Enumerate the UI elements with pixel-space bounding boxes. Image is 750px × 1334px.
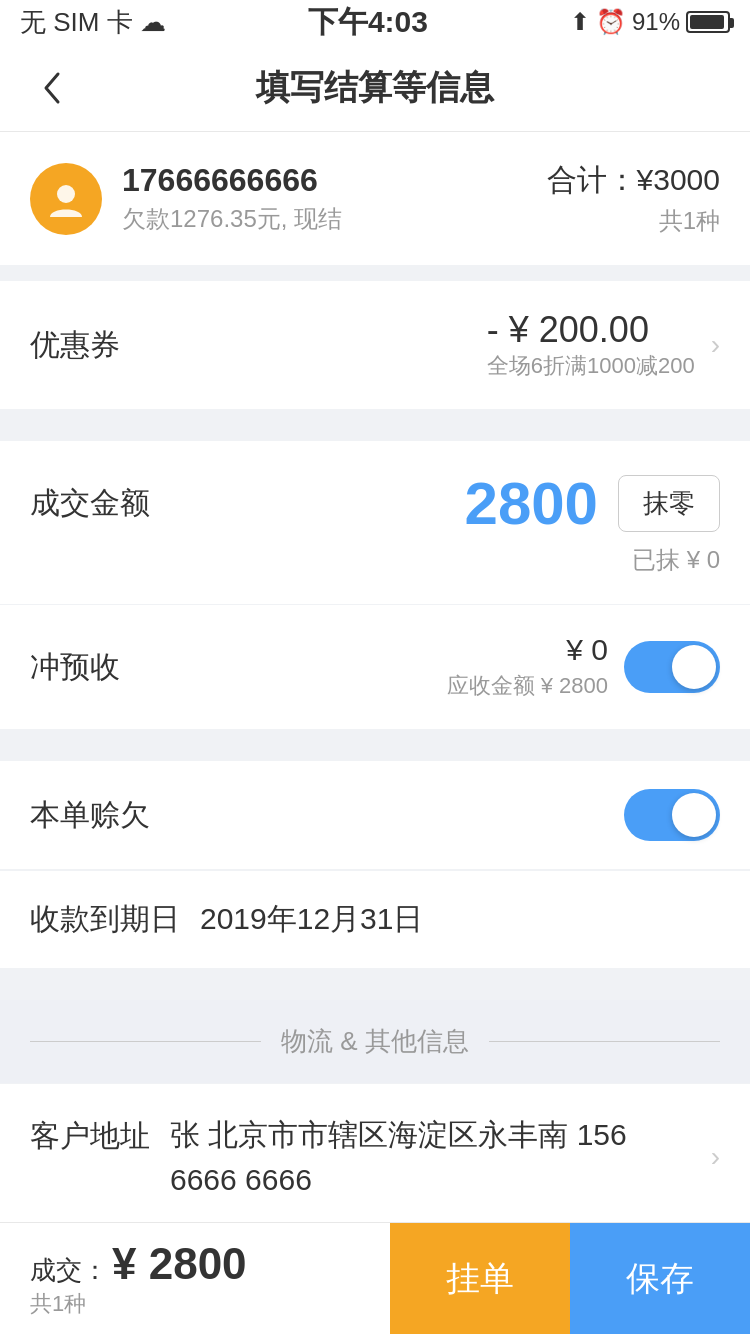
deal-amount-row: 成交金额 2800 抹零	[30, 469, 720, 538]
advance-payment-label: 冲预收	[30, 647, 120, 688]
page-title: 填写结算等信息	[74, 65, 676, 111]
bottom-bar: 成交： ¥ 2800 共1种 挂单 保存	[0, 1222, 750, 1334]
debt-toggle-knob	[672, 793, 716, 837]
deal-amount-sub: 已抹 ¥ 0	[30, 544, 720, 576]
toggle-knob	[672, 645, 716, 689]
status-right: ⬆ ⏰ 91%	[570, 8, 730, 36]
customer-card: 17666666666 欠款1276.35元, 现结 合计：¥3000 共1种	[0, 132, 750, 265]
advance-payment-toggle[interactable]	[624, 641, 720, 693]
total-count: 共1种	[547, 205, 720, 237]
separator-2	[0, 729, 750, 745]
address-label: 客户地址	[30, 1116, 150, 1157]
chevron-right-icon: ›	[711, 329, 720, 361]
advance-amount-wrap: ¥ 0 应收金额 ¥ 2800	[447, 633, 608, 701]
logistics-line-left	[30, 1041, 261, 1042]
customer-phone: 17666666666	[122, 162, 342, 199]
bottom-deal-label: 成交：	[30, 1253, 108, 1288]
due-date-section: 收款到期日 2019年12月31日	[0, 870, 750, 968]
svg-point-0	[57, 185, 75, 203]
address-section[interactable]: 客户地址 张 北京市市辖区海淀区永丰南 156 6666 6666 ›	[0, 1084, 750, 1230]
save-button[interactable]: 保存	[570, 1223, 750, 1334]
address-value: 张 北京市市辖区海淀区永丰南 156 6666 6666	[170, 1112, 701, 1202]
status-time: 下午4:03	[308, 2, 428, 43]
sim-label: 无 SIM 卡 ☁	[20, 5, 166, 40]
separator-1	[0, 425, 750, 441]
customer-left: 17666666666 欠款1276.35元, 现结	[30, 162, 342, 235]
location-icon: ⬆	[570, 8, 590, 36]
alarm-icon: ⏰	[596, 8, 626, 36]
due-date-label: 收款到期日	[30, 899, 180, 940]
advance-sub: 应收金额 ¥ 2800	[447, 671, 608, 701]
total-amount: 合计：¥3000	[547, 160, 720, 201]
due-date-value: 2019年12月31日	[200, 899, 423, 940]
advance-payment-right: ¥ 0 应收金额 ¥ 2800	[447, 633, 720, 701]
debt-section: 本单赊欠	[0, 761, 750, 869]
coupon-desc: 全场6折满1000减200	[487, 351, 695, 381]
coupon-right: - ¥ 200.00 全场6折满1000减200 ›	[487, 309, 720, 381]
separator-3	[0, 968, 750, 984]
customer-info: 17666666666 欠款1276.35元, 现结	[122, 162, 342, 235]
logistics-line-right	[489, 1041, 720, 1042]
avatar	[30, 163, 102, 235]
status-bar: 无 SIM 卡 ☁ 下午4:03 ⬆ ⏰ 91%	[0, 0, 750, 44]
coupon-label: 优惠券	[30, 325, 120, 366]
debt-label: 本单赊欠	[30, 795, 150, 836]
content-area: 17666666666 欠款1276.35元, 现结 合计：¥3000 共1种 …	[0, 132, 750, 1334]
debt-toggle[interactable]	[624, 789, 720, 841]
bottom-count: 共1种	[30, 1289, 360, 1319]
advance-payment-row: 冲预收 ¥ 0 应收金额 ¥ 2800	[30, 633, 720, 701]
bottom-deal-row: 成交： ¥ 2800	[30, 1239, 360, 1289]
customer-debt: 欠款1276.35元, 现结	[122, 203, 342, 235]
deal-amount-value: 2800	[465, 469, 598, 538]
hold-button[interactable]: 挂单	[390, 1223, 570, 1334]
battery-label: 91%	[632, 8, 680, 36]
advance-payment-section: 冲预收 ¥ 0 应收金额 ¥ 2800	[0, 604, 750, 729]
deal-amount-right: 2800 抹零	[465, 469, 720, 538]
deal-amount-section: 成交金额 2800 抹零 已抹 ¥ 0	[0, 441, 750, 604]
coupon-row[interactable]: 优惠券 - ¥ 200.00 全场6折满1000减200 ›	[0, 281, 750, 409]
logistics-text: 物流 & 其他信息	[281, 1024, 469, 1059]
back-button[interactable]	[30, 66, 74, 110]
nav-bar: 填写结算等信息	[0, 44, 750, 132]
bottom-deal-amount: ¥ 2800	[112, 1239, 247, 1289]
status-left: 无 SIM 卡 ☁	[20, 5, 166, 40]
battery-icon	[686, 11, 730, 33]
advance-amount: ¥ 0	[447, 633, 608, 667]
logistics-header: 物流 & 其他信息	[0, 1000, 750, 1083]
coupon-discount: - ¥ 200.00	[487, 309, 695, 351]
address-chevron-icon: ›	[711, 1141, 720, 1173]
bottom-summary: 成交： ¥ 2800 共1种	[0, 1223, 390, 1334]
round-zero-button[interactable]: 抹零	[618, 475, 720, 532]
customer-right: 合计：¥3000 共1种	[547, 160, 720, 237]
deal-amount-label: 成交金额	[30, 483, 150, 524]
